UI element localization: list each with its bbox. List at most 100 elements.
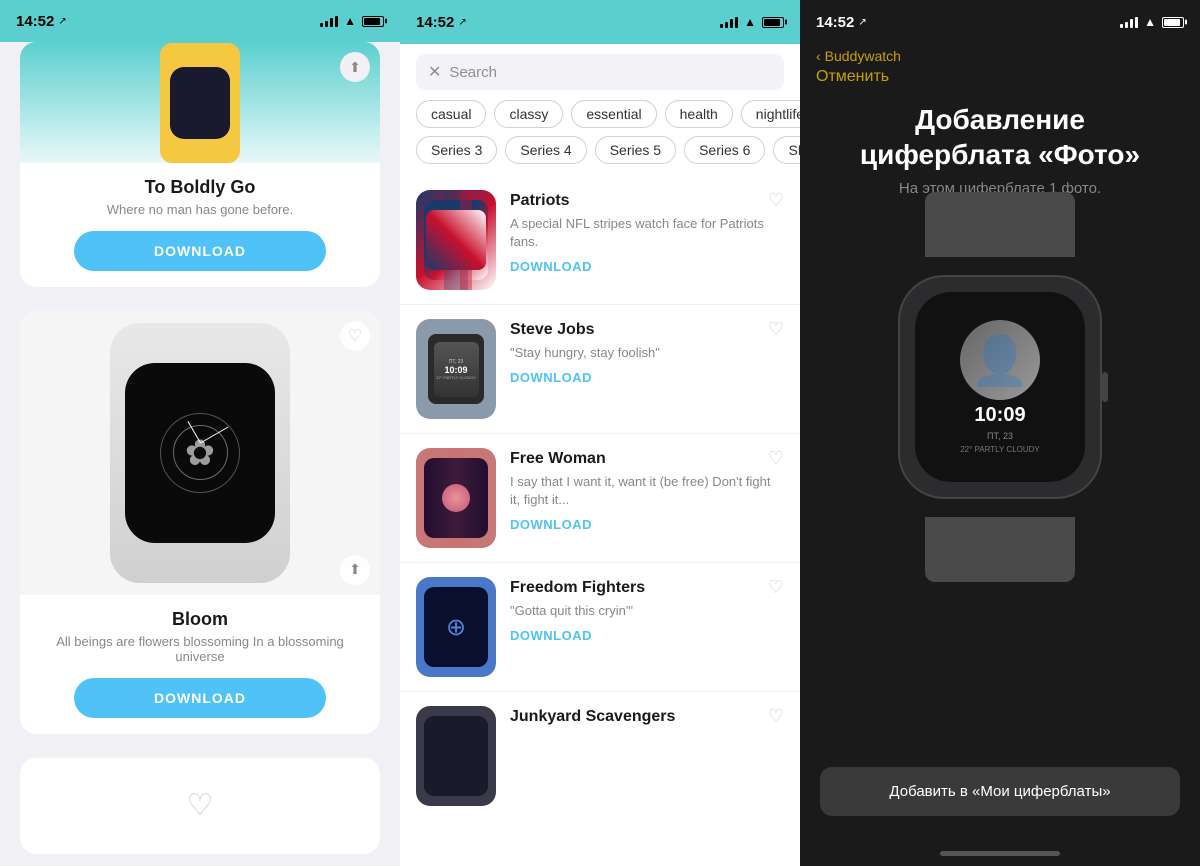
watch-list: Patriots ♡ A special NFL stripes watch f… <box>400 176 800 866</box>
status-bar-2: 14:52 ↗ ▲ <box>400 0 800 44</box>
battery-icon-2 <box>762 17 784 28</box>
jobs-title: Steve Jobs <box>510 321 594 339</box>
card2-title: Bloom <box>172 609 228 630</box>
jobs-header: Steve Jobs ♡ <box>510 319 784 340</box>
jobs-download-btn[interactable]: DOWNLOAD <box>510 370 784 385</box>
watch-thumb-junkyard <box>416 706 496 806</box>
status-icons-2: ▲ <box>720 15 784 29</box>
wifi-icon-3: ▲ <box>1144 15 1156 29</box>
watch-item-freedom-fighters: ⊕ Freedom Fighters ♡ "Gotta quit this cr… <box>400 563 800 692</box>
tag-health[interactable]: health <box>665 100 733 128</box>
tag-essential[interactable]: essential <box>571 100 656 128</box>
tag-se[interactable]: SE <box>773 136 800 164</box>
search-input[interactable]: Search <box>449 64 497 81</box>
patriots-desc: A special NFL stripes watch face for Pat… <box>510 215 784 251</box>
tag-series4[interactable]: Series 4 <box>505 136 586 164</box>
card2-image: ✿ ♡ ⬆ <box>20 311 380 595</box>
watch-body: 👤 10:09 ПТ, 23 22° PARTLY CLOUDY <box>900 277 1100 497</box>
jobs-time: 10:09 <box>444 365 467 375</box>
tag-series3[interactable]: Series 3 <box>416 136 497 164</box>
card1-image: ⬆ <box>20 42 380 163</box>
watch-bloom-body: ✿ <box>110 323 290 583</box>
heart-icon-junkyard[interactable]: ♡ <box>768 706 784 727</box>
heart-icon-jobs[interactable]: ♡ <box>768 319 784 340</box>
jobs-face: ПТ, 23 10:09 22° PARTLY CLOUDY <box>428 334 484 404</box>
close-icon[interactable]: ✕ <box>428 62 441 82</box>
card1-subtitle: Where no man has gone before. <box>87 202 313 217</box>
share-button-2[interactable]: ⬆ <box>340 555 370 585</box>
watch-thumb-freedom: ⊕ <box>416 577 496 677</box>
status-bar-1: 14:52 ↗ ▲ <box>0 0 400 42</box>
favorite-button-2[interactable]: ♡ <box>340 321 370 351</box>
signal-icon-3 <box>1120 17 1138 28</box>
junkyard-header: Junkyard Scavengers ♡ <box>510 706 784 727</box>
location-icon-2: ↗ <box>458 17 466 28</box>
freewoman-download-btn[interactable]: DOWNLOAD <box>510 517 784 532</box>
location-icon-1: ↗ <box>58 16 66 27</box>
tags-row-1: casual classy essential health nightlife <box>400 100 800 136</box>
portrait-placeholder: 👤 <box>970 332 1030 389</box>
watch-face-portrait: 👤 <box>960 320 1040 400</box>
panel3-title: Добавление циферблата «Фото» <box>800 102 1200 172</box>
status-bar-3: 14:52 ↗ ▲ <box>800 0 1200 44</box>
card3-content: ♡ <box>187 758 214 854</box>
share-button-1[interactable]: ⬆ <box>340 52 370 82</box>
time-display-3: 14:52 <box>816 14 854 31</box>
watch-info-freewoman: Free Woman ♡ I say that I want it, want … <box>510 448 784 532</box>
download-button-1[interactable]: DOWNLOAD <box>74 231 326 271</box>
watch-crown <box>1102 372 1108 402</box>
tags-row-2: Series 3 Series 4 Series 5 Series 6 SE <box>400 136 800 176</box>
watch-bloom-face: ✿ <box>125 363 275 543</box>
cancel-button[interactable]: Отменить <box>800 58 905 95</box>
watch-date-display: ПТ, 23 <box>987 431 1013 441</box>
status-icons-1: ▲ <box>320 14 384 28</box>
freedom-desc: "Gotta quit this cryin'" <box>510 602 784 620</box>
status-time-1: 14:52 ↗ <box>16 13 67 30</box>
watch-band-bottom <box>925 517 1075 582</box>
watch-band-top <box>925 192 1075 257</box>
heart-icon-freedom[interactable]: ♡ <box>768 577 784 598</box>
tag-nightlife[interactable]: nightlife <box>741 100 800 128</box>
search-bar[interactable]: ✕ Search <box>416 54 784 90</box>
watch-weather-display: 22° PARTLY CLOUDY <box>960 445 1040 454</box>
watch-yellow-band <box>160 43 240 163</box>
jobs-desc: "Stay hungry, stay foolish" <box>510 344 784 362</box>
watch-item-free-woman: Free Woman ♡ I say that I want it, want … <box>400 434 800 563</box>
patriots-download-btn[interactable]: DOWNLOAD <box>510 259 784 274</box>
tag-series5[interactable]: Series 5 <box>595 136 676 164</box>
heart-icon-patriots[interactable]: ♡ <box>768 190 784 211</box>
card-bloom: ✿ ♡ ⬆ Bloom All beings are flowers bloss… <box>20 311 380 734</box>
card-partial-3: ♡ <box>20 758 380 854</box>
watch-face-small-1 <box>170 67 230 139</box>
freewoman-desc: I say that I want it, want it (be free) … <box>510 473 784 509</box>
search-bar-container: ✕ Search <box>400 44 800 100</box>
time-display-1: 14:52 <box>16 13 54 30</box>
watch-time-display: 10:09 <box>974 404 1025 427</box>
watch-info-patriots: Patriots ♡ A special NFL stripes watch f… <box>510 190 784 274</box>
junkyard-face <box>424 716 488 796</box>
panel-watch-app: 14:52 ↗ ▲ ⬆ To Boldly Go Where no man ha… <box>0 0 400 866</box>
card2-subtitle: All beings are flowers blossoming In a b… <box>20 634 380 664</box>
signal-icon-1 <box>320 16 338 27</box>
junkyard-title: Junkyard Scavengers <box>510 708 675 726</box>
patriots-header: Patriots ♡ <box>510 190 784 211</box>
panel-search: 14:52 ↗ ▲ ✕ Search casual classy essenti… <box>400 0 800 866</box>
tag-casual[interactable]: casual <box>416 100 486 128</box>
tag-series6[interactable]: Series 6 <box>684 136 765 164</box>
battery-icon-1 <box>362 16 384 27</box>
bloom-ring-2 <box>173 425 228 480</box>
patriots-title: Patriots <box>510 192 570 210</box>
freedom-download-btn[interactable]: DOWNLOAD <box>510 628 784 643</box>
freedom-icon: ⊕ <box>446 613 466 642</box>
home-indicator <box>940 851 1060 856</box>
heart-icon-freewoman[interactable]: ♡ <box>768 448 784 469</box>
freedom-face: ⊕ <box>424 587 488 667</box>
tag-classy[interactable]: classy <box>494 100 563 128</box>
download-button-2[interactable]: DOWNLOAD <box>74 678 326 718</box>
card-to-boldly-go: ⬆ To Boldly Go Where no man has gone bef… <box>20 42 380 287</box>
wifi-icon-1: ▲ <box>344 14 356 28</box>
panel-add-watchface: 14:52 ↗ ▲ ‹ Buddywatch Отменить Доба <box>800 0 1200 866</box>
freewoman-header: Free Woman ♡ <box>510 448 784 469</box>
add-to-watchfaces-button[interactable]: Добавить в «Мои циферблаты» <box>820 767 1180 816</box>
signal-icon-2 <box>720 17 738 28</box>
